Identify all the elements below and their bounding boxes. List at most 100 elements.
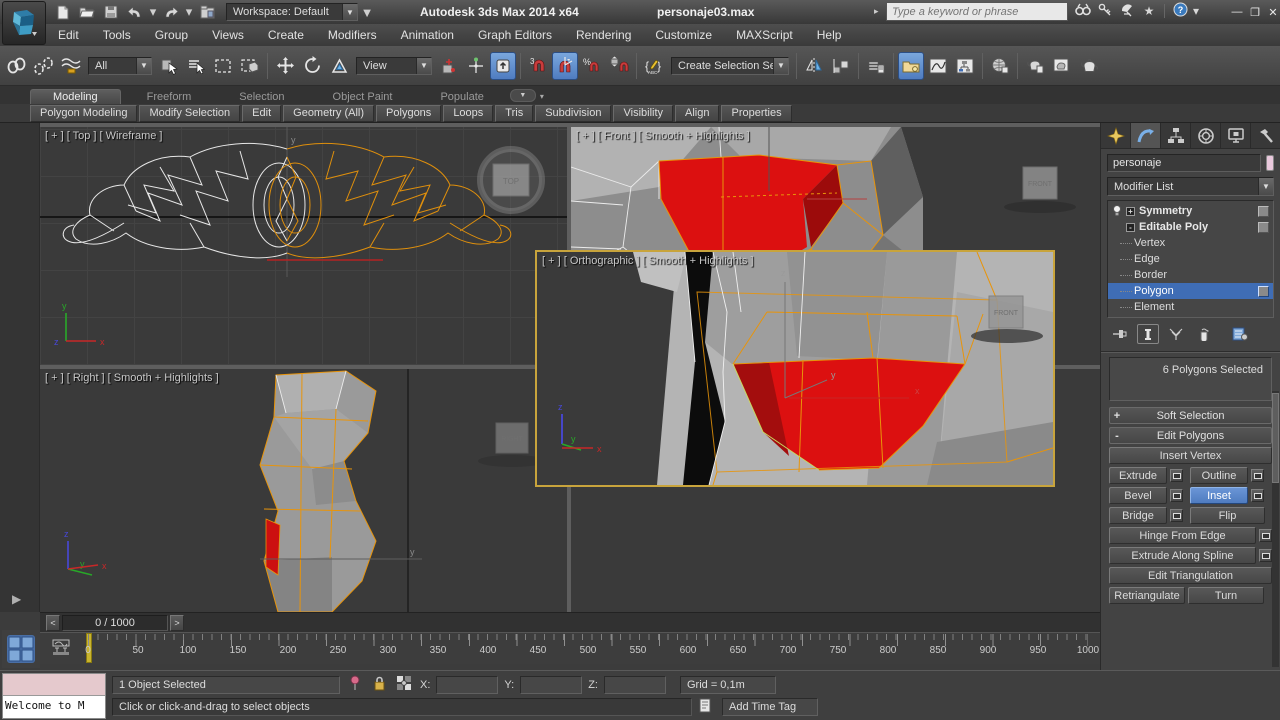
rectangular-selection-region-button[interactable] <box>210 52 236 80</box>
stack-subitem-vertex[interactable]: Vertex <box>1108 235 1273 251</box>
coordinate-system-dropdown[interactable]: View ▼ <box>356 56 432 75</box>
minimize-button[interactable]: — <box>1228 3 1246 21</box>
isolate-selection-toggle[interactable] <box>346 675 364 694</box>
percent-snap-toggle-button[interactable]: % <box>579 52 605 80</box>
modifier-stack[interactable]: + Symmetry - Editable Poly Vertex Edge B… <box>1107 200 1274 318</box>
tab-display[interactable] <box>1221 123 1251 148</box>
ribbon-tab-populate[interactable]: Populate <box>418 90 505 104</box>
flip-button[interactable]: Flip <box>1190 507 1265 524</box>
select-object-button[interactable] <box>156 52 182 80</box>
stack-item-label[interactable]: Editable Poly <box>1139 221 1208 233</box>
pin-stack-button[interactable] <box>1109 324 1131 344</box>
infocenter-collapse-arrow[interactable]: ▸ <box>874 6 879 17</box>
menu-help[interactable]: Help <box>805 24 854 46</box>
inset-button[interactable]: Inset <box>1190 487 1248 504</box>
menu-views[interactable]: Views <box>200 24 256 46</box>
scene-explorer-expand-arrow[interactable]: ▶ <box>12 592 21 606</box>
schematic-view-button[interactable] <box>952 52 978 80</box>
material-editor-button[interactable] <box>1022 52 1048 80</box>
project-folder-button[interactable] <box>196 2 218 22</box>
ribbon-panel-polygon-modeling[interactable]: Polygon Modeling <box>30 104 138 122</box>
scrollbar-thumb[interactable] <box>1272 393 1279 483</box>
ribbon-panel-subdivision[interactable]: Subdivision <box>535 104 612 122</box>
collapse-editable-poly-box[interactable]: - <box>1126 222 1135 232</box>
stack-subitem-label[interactable]: Vertex <box>1134 237 1165 249</box>
object-name-field[interactable] <box>1107 154 1261 172</box>
extrude-along-spline-button[interactable]: Extrude Along Spline <box>1109 547 1256 564</box>
help-dropdown-arrow[interactable]: ▾ <box>1191 4 1201 18</box>
tab-utilities[interactable] <box>1251 123 1280 148</box>
stack-subitem-element[interactable]: Element <box>1108 299 1273 315</box>
insert-vertex-button[interactable]: Insert Vertex <box>1109 447 1272 464</box>
redo-dropdown-arrow[interactable]: ▾ <box>184 2 194 22</box>
listener-macro-line[interactable] <box>3 674 105 696</box>
ribbon-tab-freeform[interactable]: Freeform <box>125 90 214 104</box>
menu-group[interactable]: Group <box>143 24 200 46</box>
keyboard-shortcut-override-toggle[interactable] <box>490 51 516 80</box>
bevel-button[interactable]: Bevel <box>1109 487 1167 504</box>
hinge-from-edge-button[interactable]: Hinge From Edge <box>1109 527 1256 544</box>
expand-symmetry-box[interactable]: + <box>1126 206 1135 216</box>
extrude-settings-button[interactable] <box>1170 469 1183 482</box>
y-coord-field[interactable] <box>520 675 583 694</box>
inset-settings-button[interactable] <box>1251 489 1264 502</box>
time-slider-prev-button[interactable]: < <box>46 614 60 631</box>
menu-maxscript[interactable]: MAXScript <box>724 24 805 46</box>
ribbon-panel-polygons[interactable]: Polygons <box>376 104 442 122</box>
menu-rendering[interactable]: Rendering <box>564 24 643 46</box>
select-and-manipulate-button[interactable] <box>463 52 489 80</box>
bridge-button[interactable]: Bridge <box>1109 507 1167 524</box>
curve-editor-button[interactable] <box>925 52 951 80</box>
viewport-orthographic-label[interactable]: [ + ] [ Orthographic ] [ Smooth + Highli… <box>542 255 754 267</box>
stack-subitem-label[interactable]: Border <box>1134 269 1167 281</box>
ribbon-panel-visibility[interactable]: Visibility <box>613 104 674 122</box>
coordinate-system-arrow[interactable]: ▼ <box>416 57 431 74</box>
viewport-top[interactable]: [ + ] [ Top ] [ Wireframe ] y TOP y x z <box>40 127 567 365</box>
menu-graph-editors[interactable]: Graph Editors <box>466 24 564 46</box>
viewport-right[interactable]: [ + ] [ Right ] [ Smooth + Highlights ] <box>40 369 567 612</box>
tab-motion[interactable] <box>1191 123 1221 148</box>
snap-toggle-3d-button[interactable]: 3 <box>525 52 551 80</box>
selection-filter-dropdown[interactable]: All ▼ <box>88 56 152 75</box>
selection-lock-toggle[interactable] <box>370 676 388 694</box>
close-button[interactable]: ✕ <box>1264 3 1280 21</box>
selection-filter-arrow[interactable]: ▼ <box>136 57 151 74</box>
undo-dropdown-arrow[interactable]: ▾ <box>148 2 158 22</box>
restore-button[interactable]: ❐ <box>1246 3 1264 21</box>
turn-button[interactable]: Turn <box>1188 587 1264 604</box>
undo-button[interactable] <box>124 2 146 22</box>
modifier-list-arrow[interactable]: ▼ <box>1258 178 1273 195</box>
render-setup-button[interactable] <box>987 52 1013 80</box>
mini-curve-editor-button[interactable] <box>52 638 72 658</box>
layer-manager-button[interactable] <box>863 52 889 80</box>
soft-selection-rollout[interactable]: + Soft Selection <box>1109 407 1272 424</box>
viewport-orthographic-canvas[interactable]: z y x FRONT z y x <box>537 252 1053 485</box>
polygon-toggle-box[interactable] <box>1258 285 1269 297</box>
search-input[interactable] <box>887 5 1067 18</box>
viewcube-top[interactable]: TOP <box>477 146 545 214</box>
menu-create[interactable]: Create <box>256 24 316 46</box>
new-scene-button[interactable] <box>52 2 74 22</box>
open-file-button[interactable] <box>76 2 98 22</box>
z-coord-field[interactable] <box>603 675 666 694</box>
rendered-frame-window-button[interactable] <box>1049 52 1075 80</box>
select-and-link-button[interactable] <box>4 52 30 80</box>
viewport-top-label[interactable]: [ + ] [ Top ] [ Wireframe ] <box>45 130 162 142</box>
workspace-dropdown[interactable]: Workspace: Default ▼ <box>226 3 358 21</box>
time-slider-value[interactable]: 0 / 1000 <box>62 614 168 631</box>
viewport-orthographic[interactable]: [ + ] [ Orthographic ] [ Smooth + Highli… <box>535 250 1055 487</box>
select-and-move-button[interactable] <box>272 52 298 80</box>
ribbon-panel-geometry-all[interactable]: Geometry (All) <box>283 104 375 122</box>
mirror-button[interactable] <box>801 52 827 80</box>
edit-triangulation-button[interactable]: Edit Triangulation <box>1109 567 1272 584</box>
communication-center-icon[interactable] <box>1116 3 1138 20</box>
ribbon-tab-selection[interactable]: Selection <box>217 90 306 104</box>
ribbon-panel-edit[interactable]: Edit <box>242 104 282 122</box>
symmetry-toggle-box[interactable] <box>1258 205 1269 217</box>
outline-settings-button[interactable] <box>1251 469 1264 482</box>
edit-polygons-collapse[interactable]: - <box>1110 430 1124 442</box>
stack-subitem-label[interactable]: Element <box>1134 301 1174 313</box>
menu-customize[interactable]: Customize <box>643 24 724 46</box>
application-menu-button[interactable] <box>2 1 46 45</box>
stack-subitem-polygon[interactable]: Polygon <box>1108 283 1273 299</box>
